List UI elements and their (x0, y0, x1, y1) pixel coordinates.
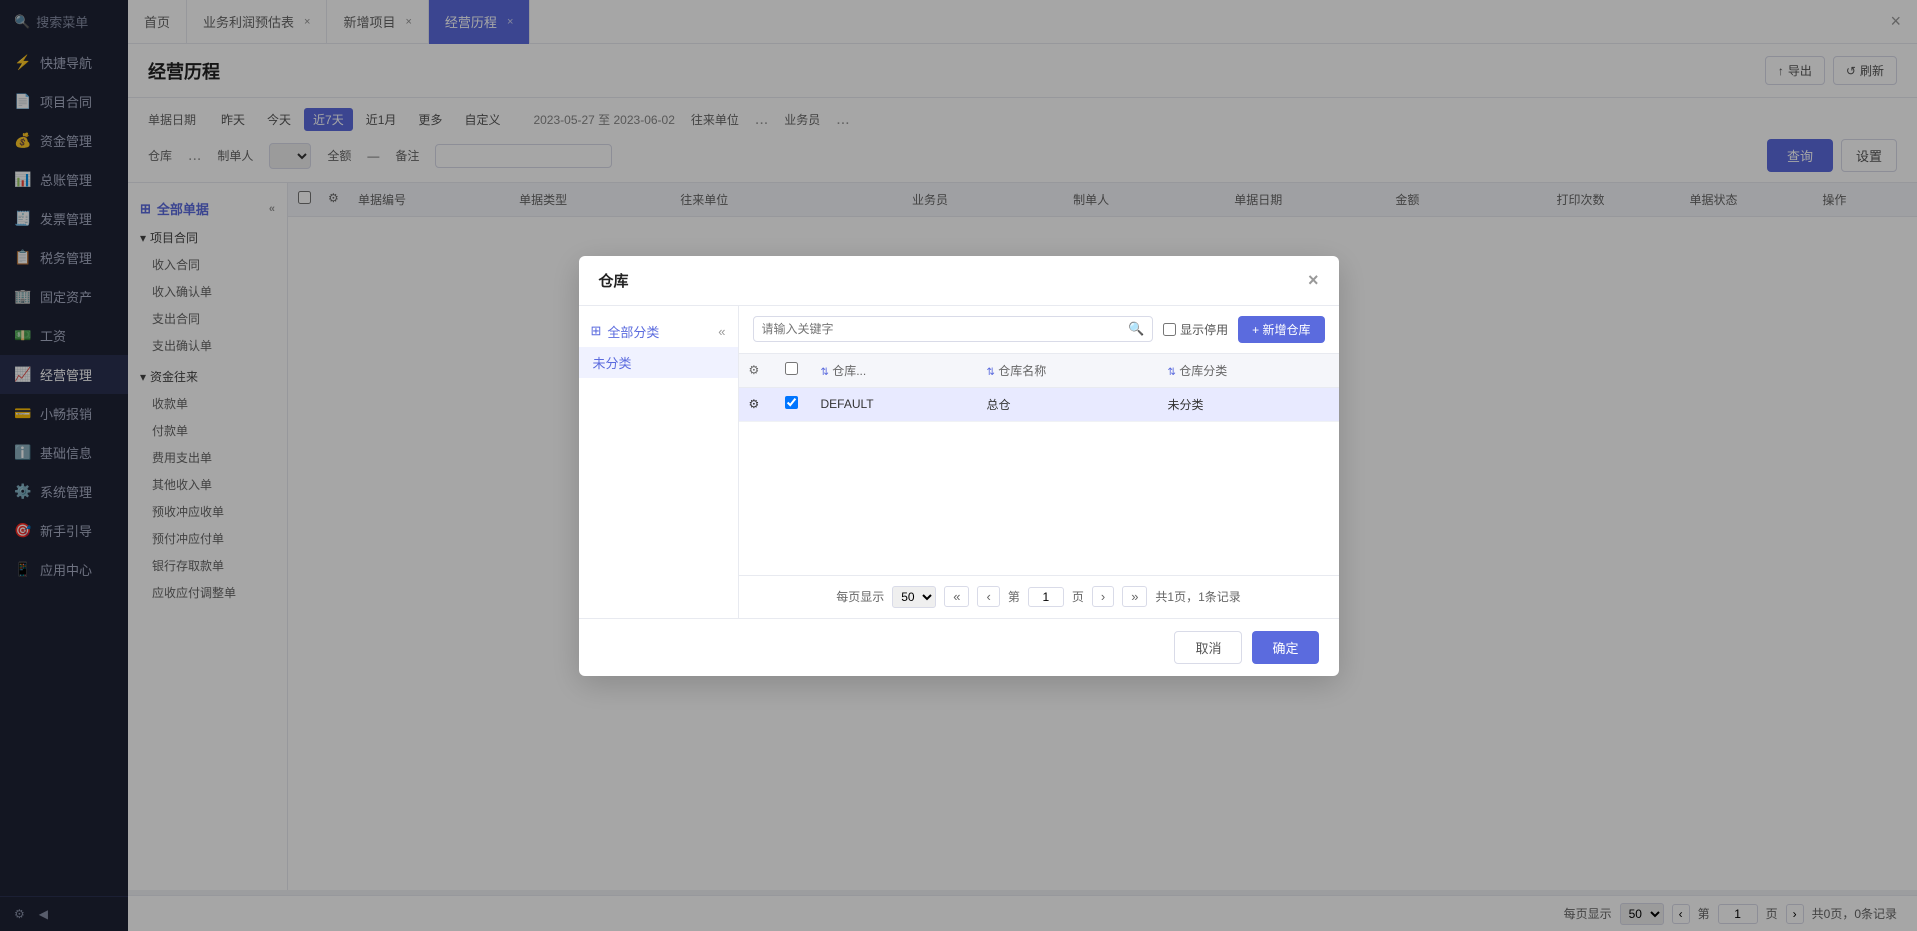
row-select-checkbox[interactable] (785, 396, 798, 409)
modal-right-toolbar: 🔍 显示停用 + 新增仓库 (739, 306, 1339, 354)
confirm-button[interactable]: 确定 (1252, 631, 1318, 664)
row-checkbox (775, 387, 811, 421)
modal-first-page[interactable]: « (944, 586, 969, 607)
add-warehouse-button[interactable]: + 新增仓库 (1238, 316, 1324, 343)
modal-select-all[interactable] (785, 362, 798, 375)
modal-per-page-select[interactable]: 50 (892, 586, 936, 608)
modal-table: ⚙ ⇅ 仓库... ⇅ 仓库名称 (739, 354, 1339, 575)
modal-pagination: 每页显示 50 « ‹ 第 页 › » 共1页，1条记录 (739, 575, 1339, 618)
modal-left-panel: ⊞ 全部分类 « 未分类 (579, 306, 739, 618)
modal-title: 仓库 (599, 270, 629, 291)
modal-body: ⊞ 全部分类 « 未分类 🔍 (579, 306, 1339, 618)
th-modal-settings: ⚙ (739, 354, 775, 388)
modal-page-input[interactable] (1028, 587, 1064, 607)
modal-left-toggle[interactable]: « (718, 324, 725, 339)
show-disabled-checkbox[interactable] (1163, 323, 1176, 336)
th-modal-name: ⇅ 仓库名称 (976, 354, 1157, 388)
search-icon-modal: 🔍 (1128, 321, 1144, 337)
th-modal-checkbox (775, 354, 811, 388)
modal-left-scroll: 未分类 (579, 347, 738, 608)
row-code: DEFAULT (811, 387, 977, 421)
table-row[interactable]: ⚙ DEFAULT 总仓 未分类 (739, 387, 1339, 421)
cancel-button[interactable]: 取消 (1174, 631, 1242, 664)
modal-table-body: ⚙ DEFAULT 总仓 未分类 (739, 387, 1339, 421)
modal-next-page[interactable]: › (1092, 586, 1114, 607)
modal-per-page-label: 每页显示 (836, 588, 884, 605)
row-name: 总仓 (976, 387, 1157, 421)
row-category: 未分类 (1157, 387, 1338, 421)
th-modal-category: ⇅ 仓库分类 (1157, 354, 1338, 388)
show-disabled-label[interactable]: 显示停用 (1163, 321, 1228, 338)
modal-footer: 取消 确定 (579, 618, 1339, 676)
modal-header: 仓库 × (579, 256, 1339, 306)
modal-right-panel: 🔍 显示停用 + 新增仓库 ⚙ (739, 306, 1339, 618)
modal-last-page[interactable]: » (1122, 586, 1147, 607)
modal-search-box[interactable]: 🔍 (753, 316, 1154, 342)
modal-overlay: 仓库 × ⊞ 全部分类 « 未分类 (0, 0, 1917, 931)
modal-page-label: 第 (1008, 588, 1020, 605)
warehouse-modal: 仓库 × ⊞ 全部分类 « 未分类 (579, 256, 1339, 676)
modal-search-input[interactable] (762, 322, 1122, 336)
modal-close-button[interactable]: × (1308, 270, 1319, 291)
grid-icon-modal: ⊞ (591, 323, 602, 339)
modal-page-suffix: 页 (1072, 588, 1084, 605)
th-modal-code: ⇅ 仓库... (811, 354, 977, 388)
modal-total: 共1页，1条记录 (1155, 588, 1240, 605)
modal-category-uncategorized[interactable]: 未分类 (579, 347, 738, 378)
modal-left-header[interactable]: ⊞ 全部分类 « (579, 316, 738, 347)
modal-prev-page[interactable]: ‹ (977, 586, 999, 607)
row-settings: ⚙ (739, 387, 775, 421)
